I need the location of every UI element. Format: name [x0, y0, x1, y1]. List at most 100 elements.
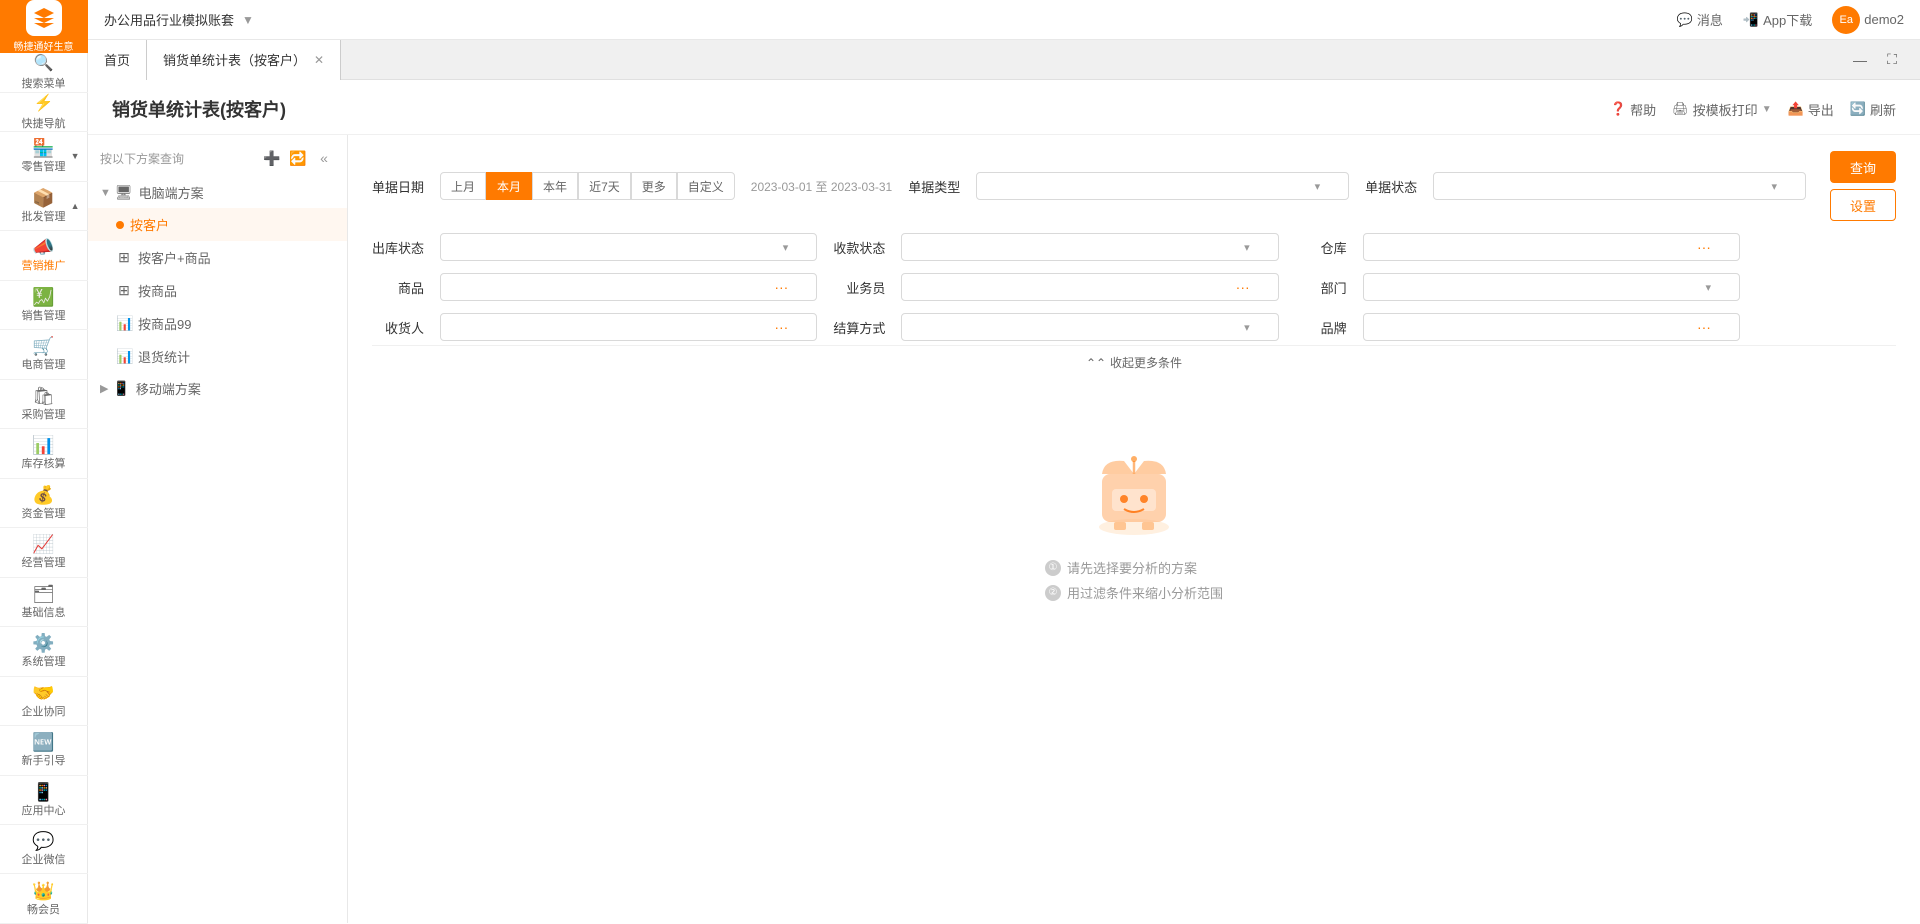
system-icon: ⚙️ [32, 633, 54, 654]
download-icon: 📲 [1743, 12, 1759, 28]
tip-text-1: 请先选择要分析的方案 [1067, 558, 1197, 577]
brand-label: 品牌 [1295, 318, 1355, 337]
warehouse-select[interactable]: ··· [1363, 233, 1740, 261]
date-btn-last-month[interactable]: 上月 [440, 172, 486, 200]
panel-section-desktop: ▼ 🖥 电脑端方案 按客户 ⊞ 按客户+商品 ⊞ [88, 177, 347, 373]
panel-item-by-product[interactable]: ⊞ 按商品 [88, 274, 347, 307]
header-left: 办公用品行业模拟账套 ▼ [104, 10, 254, 29]
brand-dots: ··· [1697, 319, 1711, 335]
tab-maximize-btn[interactable]: ⛶ [1880, 48, 1904, 72]
brand-select[interactable]: ··· [1363, 313, 1740, 341]
sidebar-quick-nav[interactable]: ⚡ 快捷导航 [0, 93, 88, 133]
sidebar-item-appcenter[interactable]: 📱 应用中心 [0, 776, 88, 825]
empty-tip-1: ① 请先选择要分析的方案 [1045, 558, 1223, 577]
panel-add-btn[interactable]: ➕ [261, 147, 283, 169]
header-dropdown-arrow[interactable]: ▼ [242, 13, 254, 27]
sidebar-item-sales[interactable]: 💹 销售管理 [0, 281, 88, 330]
delivery-status-arrow: ▾ [783, 241, 789, 254]
settlement-filter: 结算方式 ▾ [833, 313, 1278, 341]
date-group: 上月 本月 本年 近7天 更多 自定义 [440, 172, 735, 200]
user-area[interactable]: Ea demo2 [1832, 6, 1904, 34]
warehouse-filter: 仓库 ··· [1295, 233, 1740, 261]
sidebar-item-retail[interactable]: 🏪 零售管理 ▼ [0, 132, 88, 181]
search-label: 搜索菜单 [22, 75, 66, 91]
sidebar-item-finance[interactable]: 💰 资金管理 [0, 479, 88, 528]
empty-state: ① 请先选择要分析的方案 ② 用过滤条件来缩小分析范围 [372, 379, 1896, 668]
date-btn-this-year[interactable]: 本年 [532, 172, 578, 200]
payment-status-select[interactable]: ▾ [901, 233, 1278, 261]
sidebar-item-wholesale[interactable]: 📦 批发管理 ▲ [0, 182, 88, 231]
order-type-select[interactable]: ▾ [976, 172, 1349, 200]
message-btn[interactable]: 💬 消息 [1677, 10, 1723, 29]
tip-text-2: 用过滤条件来缩小分析范围 [1067, 583, 1223, 602]
panel-item-return-stats[interactable]: 📊 退货统计 [88, 340, 347, 373]
panel-refresh-btn[interactable]: 🔁 [287, 147, 309, 169]
order-status-select[interactable]: ▾ [1433, 172, 1806, 200]
sidebar-item-wechat[interactable]: 💬 企业微信 [0, 825, 88, 874]
consignee-select[interactable]: ··· [440, 313, 817, 341]
retail-icon: 🏪 [32, 138, 54, 159]
panel-item-by-customer[interactable]: 按客户 [88, 208, 347, 241]
salesperson-select[interactable]: ··· [901, 273, 1278, 301]
filter-row-3: 商品 ··· 业务员 ··· 部门 [372, 273, 1896, 301]
help-btn[interactable]: ❓ 帮助 [1610, 100, 1656, 119]
date-btn-this-month[interactable]: 本月 [486, 172, 532, 200]
filter-row-1: 单据日期 上月 本月 本年 近7天 更多 自定义 2023-03-01 至 20… [372, 151, 1896, 221]
sidebar-item-purchase[interactable]: 🛍 采购管理 [0, 380, 88, 429]
filter-row-2: 出库状态 ▾ 收款状态 ▾ 仓库 [372, 233, 1896, 261]
export-btn[interactable]: 📤 导出 [1788, 100, 1834, 119]
sidebar-item-basic[interactable]: 🗂 基础信息 [0, 578, 88, 627]
grid-icon-2: ⊞ [116, 282, 132, 299]
sidebar-item-cooperation[interactable]: 🤝 企业协同 [0, 677, 88, 726]
panel-item-by-product99[interactable]: 📊 按商品99 [88, 307, 347, 340]
sidebar-item-member[interactable]: 👑 畅会员 [0, 874, 88, 923]
settlement-select[interactable]: ▾ [901, 313, 1278, 341]
sidebar-item-operations[interactable]: 📈 经营管理 [0, 528, 88, 577]
settlement-arrow: ▾ [1244, 321, 1250, 334]
help-label: 帮助 [1630, 100, 1656, 119]
left-panel: 按以下方案查询 ➕ 🔁 « ▼ 🖥 电脑端方案 [88, 135, 348, 923]
sidebar-search[interactable]: 🔍 搜索菜单 [0, 53, 88, 93]
query-button[interactable]: 查询 [1830, 151, 1896, 183]
refresh-btn[interactable]: 🔄 刷新 [1850, 100, 1896, 119]
salesperson-filter: 业务员 ··· [833, 273, 1278, 301]
sidebar-item-guide[interactable]: 🆕 新手引导 [0, 726, 88, 775]
brand-filter: 品牌 ··· [1295, 313, 1740, 341]
department-select[interactable]: ▾ [1363, 273, 1740, 301]
message-label: 消息 [1697, 10, 1723, 29]
sidebar-item-system[interactable]: ⚙️ 系统管理 [0, 627, 88, 676]
app-download-label: App下载 [1763, 10, 1812, 29]
app-download-btn[interactable]: 📲 App下载 [1743, 10, 1812, 29]
tab-minimize-btn[interactable]: — [1848, 48, 1872, 72]
panel-section-desktop-header[interactable]: ▼ 🖥 电脑端方案 [88, 177, 347, 208]
sidebar-item-inventory[interactable]: 📊 库存核算 [0, 429, 88, 478]
date-btn-more[interactable]: 更多 [631, 172, 677, 200]
print-btn[interactable]: 🖨 按模板打印 ▼ [1672, 100, 1771, 119]
sidebar-item-marketing[interactable]: 📣 营销推广 [0, 231, 88, 280]
order-type-filter: 单据类型 ▾ [908, 172, 1349, 200]
tab-home[interactable]: 首页 [88, 40, 147, 80]
date-btn-custom[interactable]: 自定义 [677, 172, 735, 200]
product-select[interactable]: ··· [440, 273, 817, 301]
tab-close-btn[interactable]: ✕ [314, 53, 324, 67]
panel-section-mobile-header[interactable]: ▶ 📱 移动端方案 [88, 373, 347, 404]
print-icon: 🖨 [1672, 101, 1689, 117]
tab-sales-stats[interactable]: 销货单统计表（按客户） ✕ [147, 40, 341, 80]
sidebar-item-ecommerce[interactable]: 🛒 电商管理 [0, 330, 88, 379]
order-status-label: 单据状态 [1365, 177, 1425, 196]
header-right: 💬 消息 📲 App下载 Ea demo2 [1677, 6, 1904, 34]
logo-icon [26, 0, 62, 36]
panel-header: 按以下方案查询 ➕ 🔁 « [88, 147, 347, 177]
department-arrow: ▾ [1705, 281, 1711, 294]
consignee-dots: ··· [774, 319, 788, 335]
print-label: 按模板打印 [1693, 100, 1758, 119]
collapse-bar[interactable]: ⌃⌃ 收起更多条件 [372, 345, 1896, 379]
delivery-status-select[interactable]: ▾ [440, 233, 817, 261]
panel-collapse-btn[interactable]: « [313, 147, 335, 169]
date-btn-last-7-days[interactable]: 近7天 [578, 172, 631, 200]
settings-button[interactable]: 设置 [1830, 189, 1896, 221]
panel-item-customer-product[interactable]: ⊞ 按客户+商品 [88, 241, 347, 274]
empty-illustration [1074, 439, 1194, 542]
appcenter-icon: 📱 [32, 782, 54, 803]
filter-row-4: 收货人 ··· 结算方式 ▾ 品牌 [372, 313, 1896, 341]
